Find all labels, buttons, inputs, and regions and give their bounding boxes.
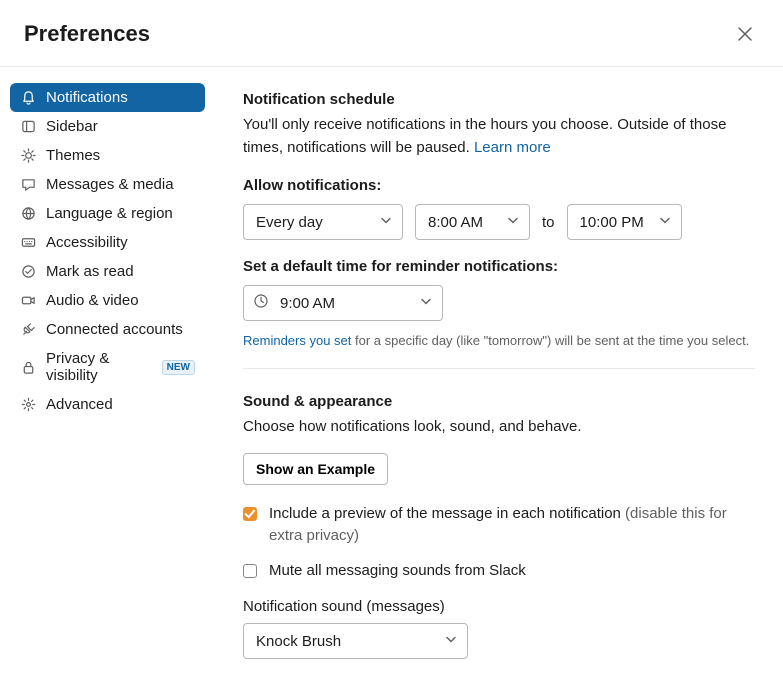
sidebar-item-themes[interactable]: Themes [10,141,205,170]
sidebar-item-messages-media[interactable]: Messages & media [10,170,205,199]
schedule-description: You'll only receive notifications in the… [243,114,755,159]
sound-title: Sound & appearance [243,393,755,410]
sidebar-item-privacy-visibility[interactable]: Privacy & visibility NEW [10,344,205,390]
sidebar-item-label: Language & region [46,205,173,222]
sidebar-item-advanced[interactable]: Advanced [10,390,205,419]
start-time-select[interactable]: 8:00 AM [415,204,530,240]
sidebar-item-accessibility[interactable]: Accessibility [10,228,205,257]
main-panel: Notification schedule You'll only receiv… [215,67,783,672]
sidebar-item-label: Accessibility [46,234,128,251]
reminder-time-select[interactable]: 9:00 AM [243,285,443,321]
keyboard-icon [20,235,36,251]
frequency-select[interactable]: Every day [243,204,403,240]
sidebar-item-label: Audio & video [46,292,139,309]
schedule-title: Notification schedule [243,91,755,108]
new-badge: NEW [162,360,195,375]
reminder-time-label: Set a default time for reminder notifica… [243,258,755,275]
bell-icon [20,90,36,106]
close-button[interactable] [731,20,759,48]
sidebar-item-label: Notifications [46,89,128,106]
reminders-link[interactable]: Reminders you set [243,333,351,348]
sidebar-item-audio-video[interactable]: Audio & video [10,286,205,315]
chevron-down-icon [507,214,519,231]
lock-icon [20,359,36,375]
to-label: to [542,214,555,231]
sidebar-item-label: Themes [46,147,100,164]
sidebar: Notifications Sidebar Themes Messages & med… [0,67,215,672]
include-preview-checkbox[interactable]: Include a preview of the message in each… [243,503,755,548]
sidebar-item-mark-as-read[interactable]: Mark as read [10,257,205,286]
layout-icon [20,119,36,135]
clock-icon [254,294,268,312]
sun-icon [20,148,36,164]
plug-icon [20,322,36,338]
checkbox-icon [243,507,257,521]
end-time-select[interactable]: 10:00 PM [567,204,682,240]
sidebar-item-label: Connected accounts [46,321,183,338]
chevron-down-icon [380,214,392,231]
sidebar-item-notifications[interactable]: Notifications [10,83,205,112]
check-icon [20,264,36,280]
sound-description: Choose how notifications look, sound, an… [243,416,755,439]
sidebar-item-label: Sidebar [46,118,98,135]
reminder-note: Reminders you set for a specific day (li… [243,333,755,348]
close-icon [737,26,753,42]
learn-more-link[interactable]: Learn more [474,139,551,156]
globe-icon [20,206,36,222]
chevron-down-icon [420,295,432,312]
header: Preferences [0,0,783,67]
message-icon [20,177,36,193]
sidebar-item-label: Messages & media [46,176,174,193]
message-sound-select[interactable]: Knock Brush [243,623,468,659]
checkbox-icon [243,564,257,578]
sidebar-item-sidebar[interactable]: Sidebar [10,112,205,141]
chevron-down-icon [659,214,671,231]
allow-notifications-label: Allow notifications: [243,177,755,194]
mute-sounds-checkbox[interactable]: Mute all messaging sounds from Slack [243,560,755,583]
video-icon [20,293,36,309]
chevron-down-icon [445,633,457,650]
divider [243,368,755,369]
message-sound-label: Notification sound (messages) [243,598,755,615]
sidebar-item-label: Mark as read [46,263,134,280]
sidebar-item-language-region[interactable]: Language & region [10,199,205,228]
gear-icon [20,397,36,413]
sidebar-item-connected-accounts[interactable]: Connected accounts [10,315,205,344]
page-title: Preferences [24,21,150,47]
show-example-button[interactable]: Show an Example [243,453,388,485]
sidebar-item-label: Advanced [46,396,113,413]
sidebar-item-label: Privacy & visibility [46,350,148,384]
